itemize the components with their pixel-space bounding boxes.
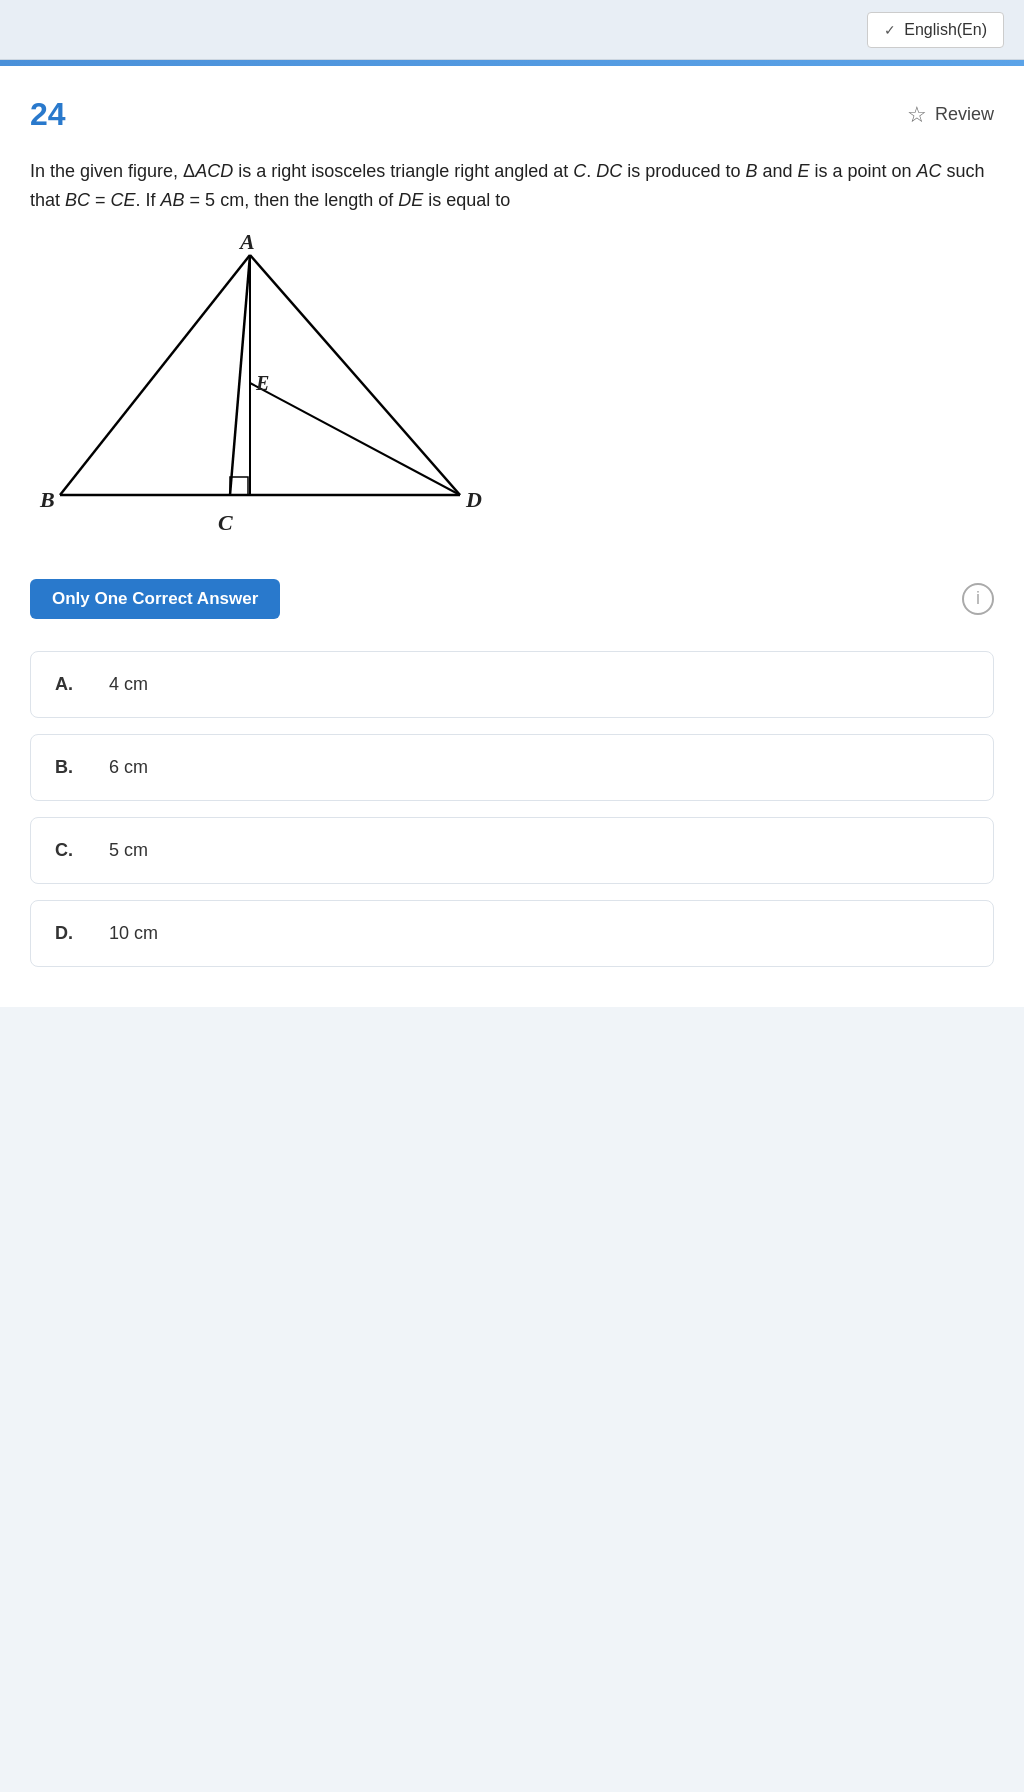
question-header: 24 ☆ Review [30,96,994,133]
svg-text:E: E [255,372,269,394]
review-label: Review [935,104,994,125]
option-c[interactable]: C. 5 cm [30,817,994,884]
option-d-letter: D. [55,923,85,944]
info-icon[interactable]: i [962,583,994,615]
svg-text:D: D [465,487,482,512]
top-bar: ✓ English(En) [0,0,1024,60]
svg-line-2 [250,255,460,495]
geometry-figure: A B C D E [30,235,510,555]
option-d-value: 10 cm [109,923,158,944]
option-b[interactable]: B. 6 cm [30,734,994,801]
review-button[interactable]: ☆ Review [907,102,994,128]
language-dropdown[interactable]: ✓ English(En) [867,12,1004,48]
question-number: 24 [30,96,66,133]
svg-text:B: B [39,487,55,512]
language-label: English(En) [904,21,987,39]
chevron-down-icon: ✓ [884,22,896,38]
figure-container: A B C D E [30,235,994,555]
main-content: 24 ☆ Review In the given figure, ΔACD is… [0,66,1024,1007]
star-icon: ☆ [907,102,927,128]
options-container: A. 4 cm B. 6 cm C. 5 cm D. 10 cm [30,651,994,967]
option-d[interactable]: D. 10 cm [30,900,994,967]
info-icon-label: i [976,588,980,609]
option-b-value: 6 cm [109,757,148,778]
svg-text:C: C [218,510,233,535]
svg-line-0 [230,255,250,495]
svg-line-6 [250,383,460,495]
option-a-letter: A. [55,674,85,695]
option-c-value: 5 cm [109,840,148,861]
option-a[interactable]: A. 4 cm [30,651,994,718]
svg-line-4 [60,255,250,495]
svg-rect-7 [230,477,248,495]
option-c-letter: C. [55,840,85,861]
question-text: In the given figure, ΔACD is a right iso… [30,157,994,215]
svg-text:A: A [238,235,255,254]
answer-type-badge: Only One Correct Answer [30,579,280,619]
answer-type-row: Only One Correct Answer i [30,579,994,619]
option-b-letter: B. [55,757,85,778]
option-a-value: 4 cm [109,674,148,695]
